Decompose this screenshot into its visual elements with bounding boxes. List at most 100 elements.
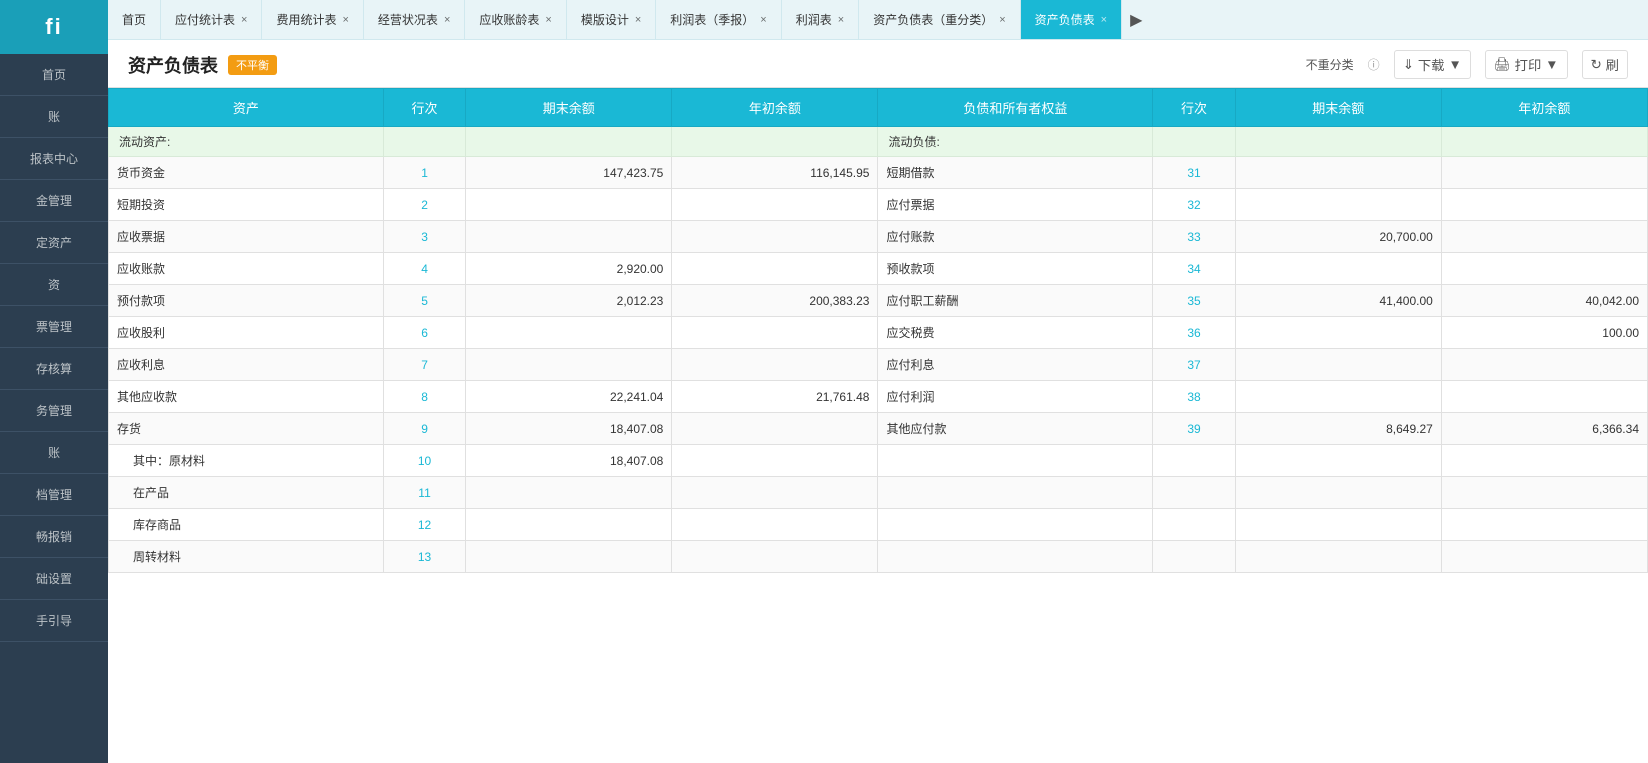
tab-home[interactable]: 首页 [108,0,161,40]
tab-ap-stats[interactable]: 应付统计表 × [161,0,262,40]
tab-scroll-right[interactable]: ▶ [1122,10,1150,30]
header-actions: 不重分类 ⓘ ⇓ 下载 ▼ 🖨 打印 ▼ ↻ 刷 [1306,50,1628,79]
row-num: 3 [383,221,465,253]
table-row: 在产品 11 [109,477,1648,509]
year-start2 [1441,541,1647,573]
tab-close-balance[interactable]: × [1101,14,1107,26]
asset-name: 其他应收款 [109,381,384,413]
end-balance: 2,012.23 [466,285,672,317]
row-num2: 37 [1153,349,1235,381]
end-balance2 [1235,253,1441,285]
sidebar-item-ledger[interactable]: 账 [0,432,108,474]
col-row-num: 行次 [383,89,465,127]
tab-close-business-status[interactable]: × [444,14,450,26]
sidebar-item-invest[interactable]: 资 [0,264,108,306]
end-balance2 [1235,189,1441,221]
end-balance [466,509,672,541]
asset-name: 应收股利 [109,317,384,349]
sidebar-item-expense[interactable]: 畅报销 [0,516,108,558]
row-num: 8 [383,381,465,413]
page-title-area: 资产负债表 不平衡 [128,52,277,78]
sidebar-item-tax[interactable]: 务管理 [0,390,108,432]
table-row: 库存商品 12 [109,509,1648,541]
sidebar-item-fund[interactable]: 金管理 [0,180,108,222]
end-balance: 2,920.00 [466,253,672,285]
year-start2: 100.00 [1441,317,1647,349]
col-asset: 资产 [109,89,384,127]
year-start2 [1441,477,1647,509]
liability-name: 应付账款 [878,221,1153,253]
asset-name: 应收利息 [109,349,384,381]
sidebar-item-archive[interactable]: 档管理 [0,474,108,516]
sidebar-item-guide[interactable]: 手引导 [0,600,108,642]
tab-profit-quarterly[interactable]: 利润表（季报） × [656,0,781,40]
tab-balance[interactable]: 资产负债表 × [1021,0,1122,40]
asset-name: 应收票据 [109,221,384,253]
sidebar-item-account[interactable]: 账 [0,96,108,138]
liability-name: 应交税费 [878,317,1153,349]
row-num2 [1153,445,1235,477]
year-start [672,541,878,573]
end-balance [466,317,672,349]
row-num: 13 [383,541,465,573]
table-row: 应收票据 3 应付账款 33 20,700.00 [109,221,1648,253]
asset-name: 应收账款 [109,253,384,285]
table-row: 应收账款 4 2,920.00 预收款项 34 [109,253,1648,285]
end-balance2 [1235,477,1441,509]
sidebar-item-settings[interactable]: 础设置 [0,558,108,600]
end-balance2 [1235,349,1441,381]
download-button[interactable]: ⇓ 下载 ▼ [1394,50,1471,79]
liability-name: 应付利息 [878,349,1153,381]
tab-close-ar-aging[interactable]: × [545,14,551,26]
year-start: 21,761.48 [672,381,878,413]
asset-name: 预付款项 [109,285,384,317]
sidebar-item-bill[interactable]: 票管理 [0,306,108,348]
refresh-button[interactable]: ↻ 刷 [1582,50,1629,79]
tab-close-expense-stats[interactable]: × [342,14,348,26]
sidebar-item-fixed-assets[interactable]: 定资产 [0,222,108,264]
row-num2: 34 [1153,253,1235,285]
table-row: 存货 9 18,407.08 其他应付款 39 8,649.27 6,366.3… [109,413,1648,445]
tab-close-balance-reclassified[interactable]: × [999,14,1005,26]
col-row-num2: 行次 [1153,89,1235,127]
sidebar-item-report-center[interactable]: 报表中心 [0,138,108,180]
year-start [672,445,878,477]
asset-name: 在产品 [109,477,384,509]
year-start [672,413,878,445]
tab-ar-aging[interactable]: 应收账龄表 × [465,0,566,40]
table-row: 预付款项 5 2,012.23 200,383.23 应付职工薪酬 35 41,… [109,285,1648,317]
classify-button[interactable]: 不重分类 [1306,56,1354,73]
end-balance [466,541,672,573]
year-start [672,253,878,285]
sidebar: fi 首页 账 报表中心 金管理 定资产 资 票管理 存核算 务管理 账 档管理… [0,0,108,763]
tab-close-profit[interactable]: × [838,14,844,26]
liability-name: 应付票据 [878,189,1153,221]
sidebar-item-home[interactable]: 首页 [0,54,108,96]
sidebar-item-inventory[interactable]: 存核算 [0,348,108,390]
row-num2 [1153,477,1235,509]
tab-close-template-design[interactable]: × [635,14,641,26]
liability-name: 应付利润 [878,381,1153,413]
row-num: 2 [383,189,465,221]
table-row: 其他应收款 8 22,241.04 21,761.48 应付利润 38 [109,381,1648,413]
asset-name: 货币资金 [109,157,384,189]
tab-business-status[interactable]: 经营状况表 × [364,0,465,40]
year-start2 [1441,509,1647,541]
end-balance [466,189,672,221]
year-start [672,509,878,541]
asset-name: 短期投资 [109,189,384,221]
print-button[interactable]: 🖨 打印 ▼ [1485,50,1568,79]
year-start [672,189,878,221]
end-balance2: 8,649.27 [1235,413,1441,445]
tab-close-ap-stats[interactable]: × [241,14,247,26]
tab-template-design[interactable]: 模版设计 × [567,0,656,40]
tab-profit[interactable]: 利润表 × [782,0,859,40]
end-balance [466,349,672,381]
tab-balance-reclassified[interactable]: 资产负债表（重分类） × [859,0,1020,40]
right-group-label: 流动负债: [878,127,1153,157]
tab-expense-stats[interactable]: 费用统计表 × [262,0,363,40]
year-start2: 6,366.34 [1441,413,1647,445]
end-balance2 [1235,541,1441,573]
year-start [672,317,878,349]
tab-close-profit-quarterly[interactable]: × [760,14,766,26]
